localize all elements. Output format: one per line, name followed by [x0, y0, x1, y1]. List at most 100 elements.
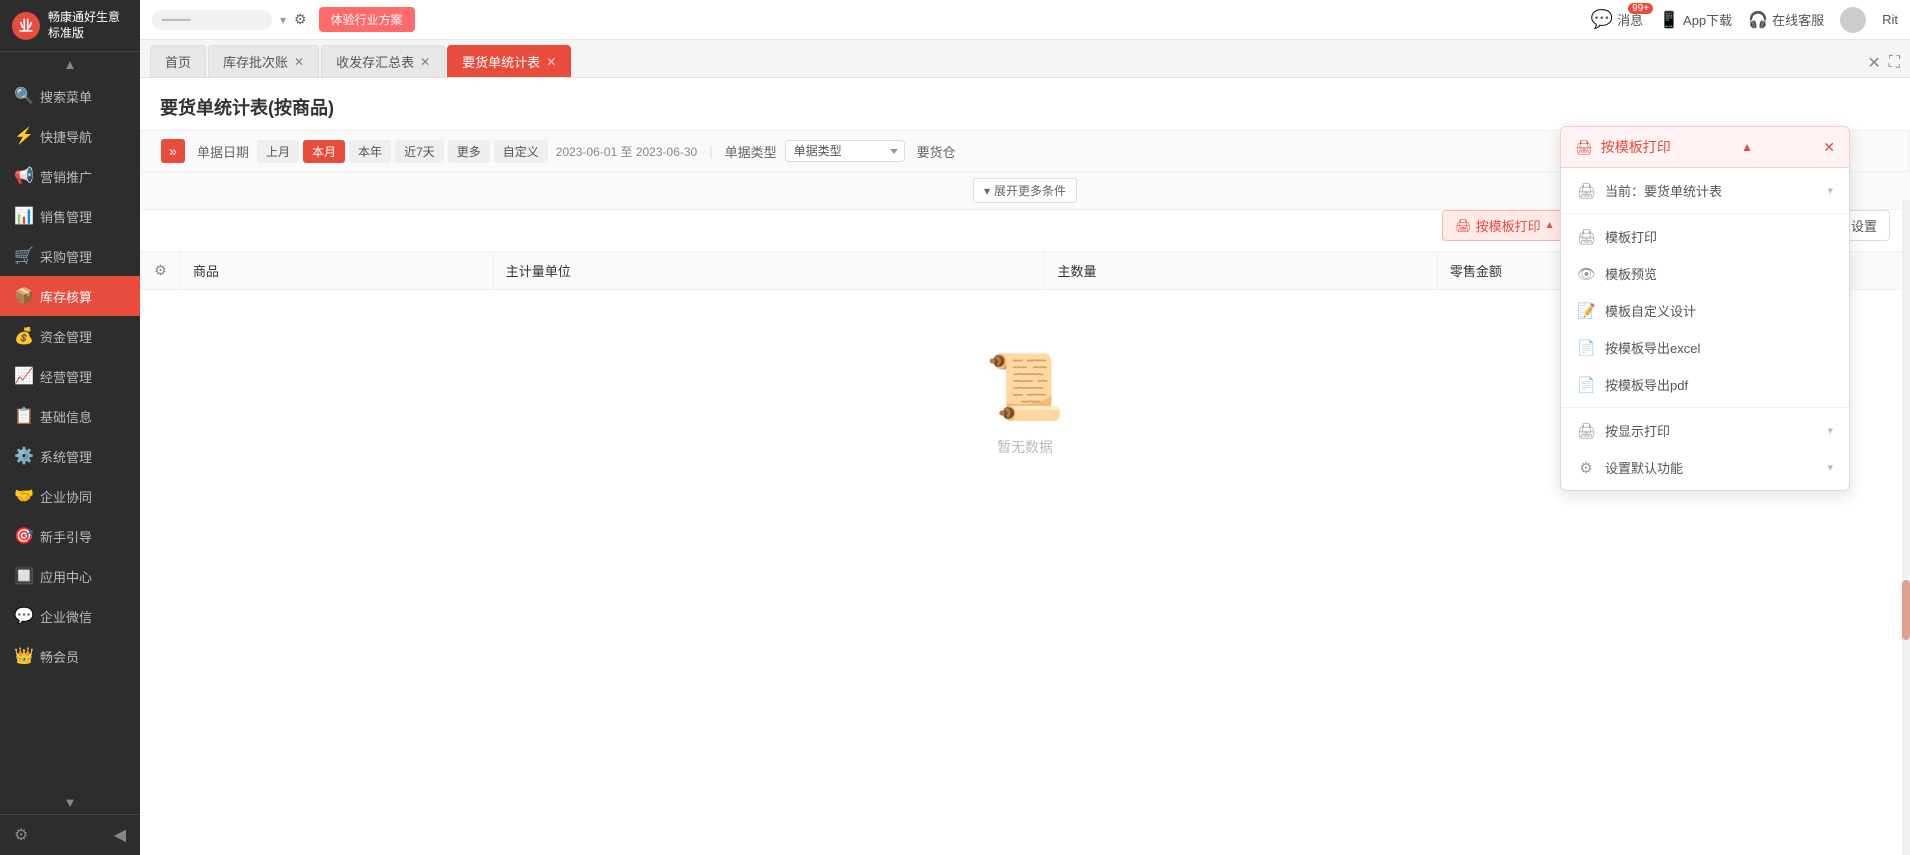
sidebar-item-base[interactable]: 📋 基础信息	[0, 396, 140, 436]
dropdown-chevron-up[interactable]: ▲	[1741, 140, 1753, 154]
dropdown-close-button[interactable]: ✕	[1823, 139, 1835, 156]
sidebar-scroll-down[interactable]: ▼	[0, 790, 140, 814]
nav-icon-shortcut: ⚡	[14, 126, 32, 146]
set-default-arrow: ▾	[1827, 461, 1833, 474]
date-more-btn[interactable]: 更多	[448, 140, 490, 163]
industry-solution-button[interactable]: 体验行业方案	[319, 7, 415, 32]
sidebar-item-sales[interactable]: 📊 销售管理	[0, 196, 140, 236]
username-label: Rit	[1882, 12, 1898, 27]
dropdown-export-pdf-item[interactable]: 📄 按模板导出pdf	[1561, 366, 1849, 403]
sidebar-item-shortcut[interactable]: ⚡ 快捷导航	[0, 116, 140, 156]
nav-label-finance: 资金管理	[40, 327, 92, 346]
dropdown-title: 按模板打印	[1601, 137, 1671, 157]
dropdown-set-default-item[interactable]: ⚙ 设置默认功能 ▾	[1561, 449, 1849, 486]
export-pdf-label: 按模板导出pdf	[1605, 375, 1688, 394]
messages-badge: 99+	[1628, 3, 1653, 14]
user-avatar[interactable]	[1840, 7, 1866, 33]
app-download-button[interactable]: 📱 App下载	[1659, 10, 1732, 30]
sidebar-bottom: ⚙ ◀	[0, 814, 140, 855]
th-gear[interactable]: ⚙	[141, 252, 181, 290]
dropdown-current-label: 当前：要货单统计表	[1605, 181, 1722, 200]
nav-label-corp: 企业协同	[40, 487, 92, 506]
tab-label-home: 首页	[165, 52, 191, 71]
dropdown-current-item[interactable]: 🖨 当前：要货单统计表 ▾	[1561, 172, 1849, 209]
dropdown-export-excel-item[interactable]: 📄 按模板导出excel	[1561, 329, 1849, 366]
template-print-dropdown: 🖨 按模板打印 ▲ ✕ 🖨 当前：要货单统计表 ▾ 🖨 模板打印	[1560, 126, 1850, 491]
sidebar-item-finance[interactable]: 💰 资金管理	[0, 316, 140, 356]
topbar-right: 💬 消息 99+ 📱 App下载 🎧 在线客服 Rit	[1591, 7, 1898, 33]
sidebar-item-corp[interactable]: 🤝 企业协同	[0, 476, 140, 516]
order-type-label: 单据类型	[725, 142, 777, 161]
tab-close-batch[interactable]: ✕	[294, 55, 304, 69]
dropdown-template-print-item[interactable]: 🖨 模板打印	[1561, 218, 1849, 255]
right-scrollbar[interactable]	[1902, 200, 1910, 855]
date-filter-section: 单据日期 上月 本月 本年 近7天 更多 自定义 2023-06-01 至 20…	[197, 140, 697, 163]
tab-close-collect[interactable]: ✕	[420, 55, 430, 69]
sidebar-scroll-up[interactable]: ▲	[0, 52, 140, 76]
scrollbar-thumb[interactable]	[1902, 580, 1910, 640]
th-qty: 主数量	[1045, 252, 1437, 290]
online-service-label: 在线客服	[1772, 10, 1824, 29]
topbar-gear-icon[interactable]: ⚙	[294, 11, 307, 28]
sidebar-item-marketing[interactable]: 📢 营销推广	[0, 156, 140, 196]
dropdown-header-left: 🖨 按模板打印	[1575, 137, 1671, 157]
settings-icon[interactable]: ⚙	[14, 825, 28, 845]
nav-icon-finance: 💰	[14, 326, 32, 346]
date-custom-btn[interactable]: 自定义	[494, 140, 548, 163]
expand-conditions-button[interactable]: ▾ 展开更多条件	[973, 178, 1077, 203]
nav-label-marketing: 营销推广	[40, 167, 92, 186]
template-design-label: 模板自定义设计	[1605, 301, 1696, 320]
date-this-month-btn[interactable]: 本月	[303, 140, 345, 163]
date-this-year-btn[interactable]: 本年	[349, 140, 391, 163]
sidebar-item-purchase[interactable]: 🛒 采购管理	[0, 236, 140, 276]
display-print-label: 按显示打印	[1605, 421, 1670, 440]
column-settings-icon[interactable]: ⚙	[154, 262, 167, 278]
template-print-icon: 🖨	[1577, 228, 1595, 246]
sidebar-item-search[interactable]: 🔍 搜索菜单	[0, 76, 140, 116]
maximize-window-button[interactable]: ⛶	[1889, 54, 1900, 72]
date-prev-month-btn[interactable]: 上月	[257, 140, 299, 163]
tab-home[interactable]: 首页	[150, 45, 206, 77]
tab-batch[interactable]: 库存批次账✕	[208, 45, 319, 77]
sidebar-nav: 🔍 搜索菜单⚡ 快捷导航📢 营销推广📊 销售管理🛒 采购管理📦 库存核算💰 资金…	[0, 76, 140, 790]
filter-expand-icon[interactable]: »	[161, 139, 185, 163]
tab-order[interactable]: 要货单统计表✕	[447, 45, 571, 77]
page-title: 要货单统计表(按商品)	[160, 94, 334, 120]
nav-label-member: 畅会员	[40, 647, 79, 666]
cargo-label: 要货仓	[917, 142, 956, 161]
app-name-block: 畅康通好生意 标准版	[48, 10, 120, 41]
date-last7-btn[interactable]: 近7天	[395, 140, 444, 163]
sidebar-item-wechat[interactable]: 💬 企业微信	[0, 596, 140, 636]
app-name: 畅康通好生意	[48, 10, 120, 26]
sidebar-item-operation[interactable]: 📈 经营管理	[0, 356, 140, 396]
nav-icon-purchase: 🛒	[14, 246, 32, 266]
template-print-button[interactable]: 🖨 按模板打印 ▲	[1442, 210, 1567, 241]
messages-button[interactable]: 💬 消息 99+	[1591, 9, 1643, 30]
nav-icon-marketing: 📢	[14, 166, 32, 186]
order-type-select[interactable]: 单据类型	[785, 140, 905, 162]
tab-close-order[interactable]: ✕	[546, 55, 556, 69]
date-filter-label: 单据日期	[197, 142, 249, 161]
dropdown-display-print-item[interactable]: 🖨 按显示打印 ▾	[1561, 412, 1849, 449]
dropdown-template-preview-item[interactable]: 👁 模板预览	[1561, 255, 1849, 292]
nav-icon-operation: 📈	[14, 366, 32, 386]
sidebar-item-member[interactable]: 👑 畅会员	[0, 636, 140, 676]
topbar-dropdown-chevron[interactable]: ▾	[280, 13, 286, 27]
empty-illustration: 📜	[985, 350, 1065, 425]
tab-collect[interactable]: 收发存汇总表✕	[321, 45, 445, 77]
sidebar-item-system[interactable]: ⚙️ 系统管理	[0, 436, 140, 476]
nav-label-wechat: 企业微信	[40, 607, 92, 626]
online-service-button[interactable]: 🎧 在线客服	[1748, 10, 1824, 30]
nav-icon-apps: 🔲	[14, 566, 32, 586]
sidebar-item-inventory[interactable]: 📦 库存核算	[0, 276, 140, 316]
export-pdf-icon: 📄	[1577, 376, 1595, 394]
expand-icon: ▾	[984, 184, 990, 198]
sidebar-item-guide[interactable]: 🎯 新手引导	[0, 516, 140, 556]
dropdown-print-icon: 🖨	[1575, 139, 1593, 156]
sidebar-item-apps[interactable]: 🔲 应用中心	[0, 556, 140, 596]
nav-label-guide: 新手引导	[40, 527, 92, 546]
dropdown-template-design-item[interactable]: 📝 模板自定义设计	[1561, 292, 1849, 329]
nav-label-purchase: 采购管理	[40, 247, 92, 266]
collapse-icon[interactable]: ◀	[114, 825, 126, 845]
close-window-button[interactable]: ✕	[1867, 53, 1880, 73]
